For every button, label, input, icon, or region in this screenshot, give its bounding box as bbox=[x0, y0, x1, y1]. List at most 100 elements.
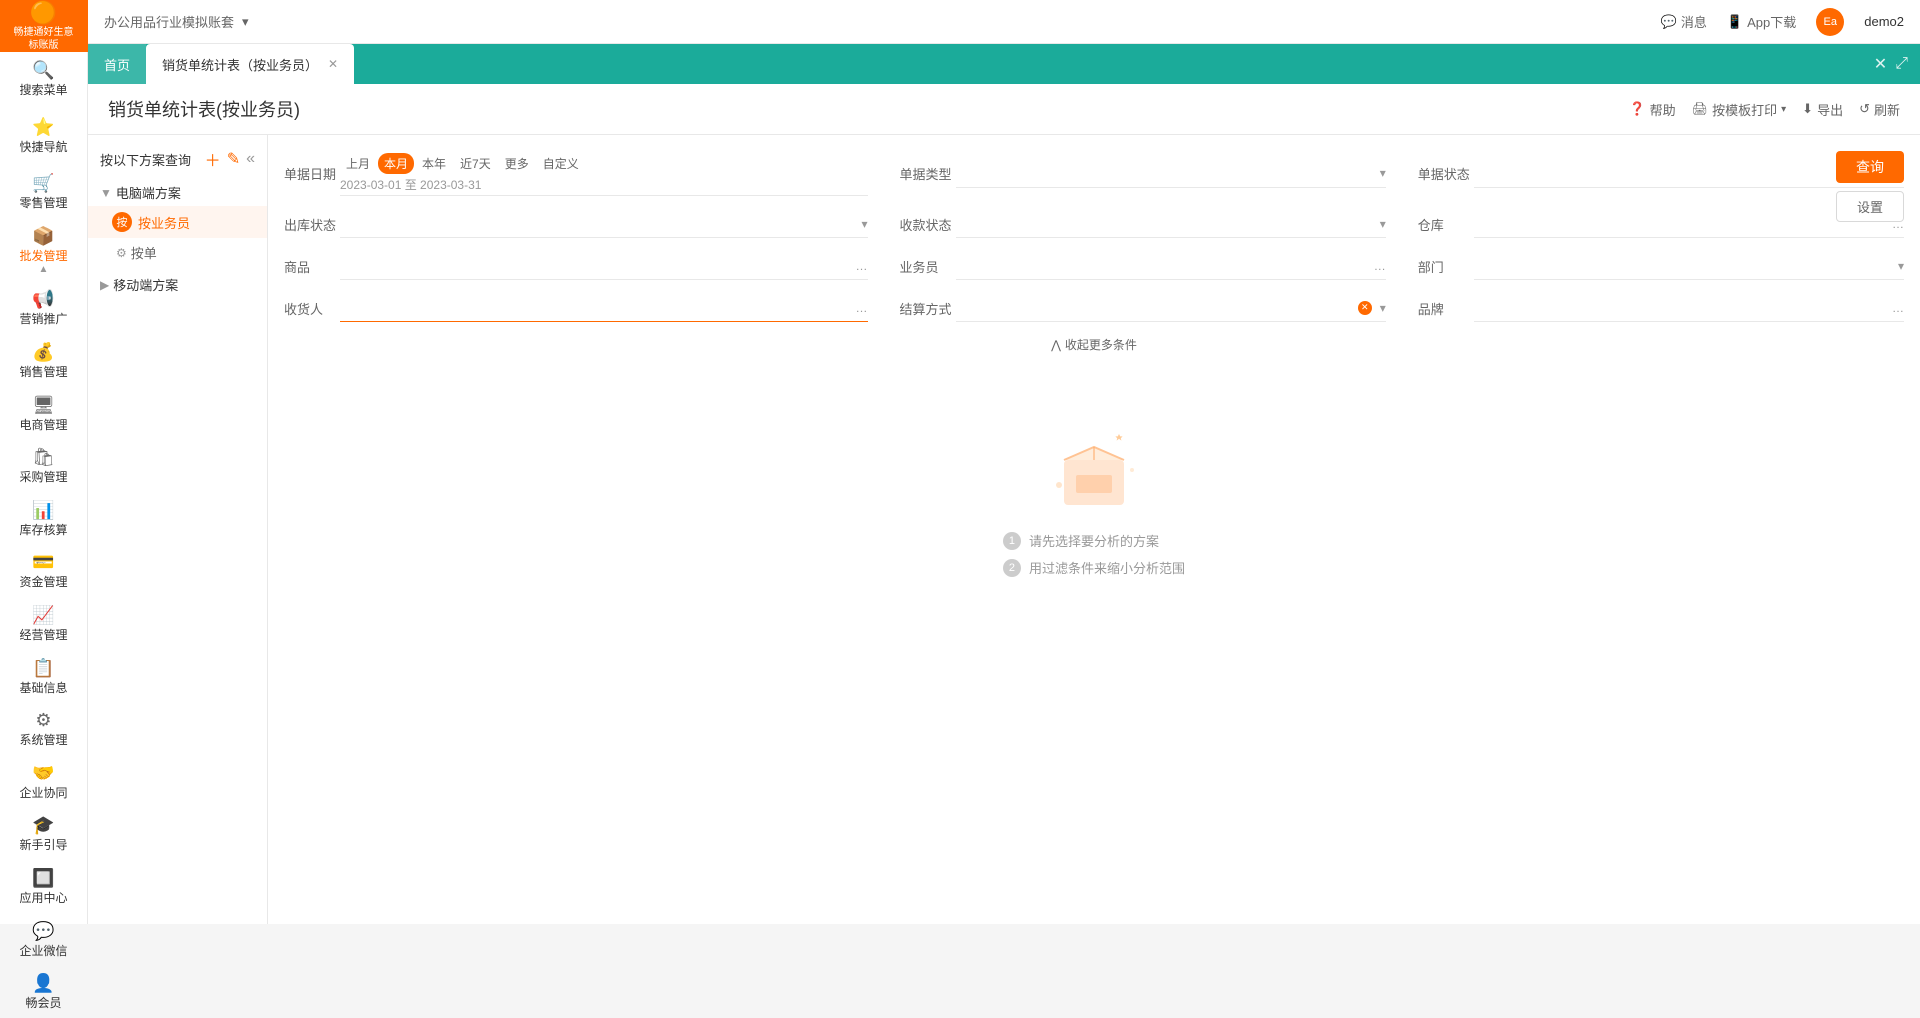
print-arrow-icon: ▾ bbox=[1781, 104, 1786, 115]
sidebar-item-search[interactable]: 🔍 搜索菜单 bbox=[0, 52, 87, 105]
goods-control[interactable]: … bbox=[340, 252, 868, 280]
goods-more-icon[interactable]: … bbox=[856, 259, 868, 273]
export-btn[interactable]: ⬇ 导出 bbox=[1802, 100, 1843, 119]
sidebar-item-wholesale[interactable]: 📦 批发管理 ▲ bbox=[0, 218, 87, 282]
date-tab-last-7days[interactable]: 近7天 bbox=[454, 153, 497, 174]
scheme-item-by-staff[interactable]: 按 按业务员 bbox=[88, 206, 267, 238]
tab-home[interactable]: 首页 bbox=[88, 44, 146, 84]
sidebar-item-onboarding[interactable]: 🎓 新手引导 bbox=[0, 807, 87, 860]
sidebar-logo[interactable]: 🟠 畅捷通好生意 标账版 bbox=[0, 0, 88, 52]
message-btn[interactable]: 💬 消息 bbox=[1661, 12, 1707, 31]
filter-doc-type: 单据类型 ▾ bbox=[900, 160, 1386, 188]
sidebar-item-quick-nav[interactable]: ⭐ 快捷导航 bbox=[0, 109, 87, 162]
date-tab-this-year[interactable]: 本年 bbox=[416, 153, 452, 174]
marketing-icon: 📢 bbox=[32, 289, 54, 310]
empty-illustration bbox=[1044, 425, 1144, 515]
receipt-status-arrow-icon: ▾ bbox=[1380, 217, 1386, 231]
left-panel-title: 按以下方案查询 bbox=[100, 150, 191, 169]
date-control[interactable]: 上月 本月 本年 近7天 更多 自定义 2023-03-01 至 2023-03… bbox=[340, 151, 868, 196]
sidebar-item-finance[interactable]: 💳 资金管理 bbox=[0, 544, 87, 597]
sidebar-item-marketing[interactable]: 📢 营销推广 bbox=[0, 281, 87, 334]
staff-control[interactable]: … bbox=[956, 252, 1386, 280]
sidebar-item-membership[interactable]: 👤 畅会员 bbox=[0, 965, 87, 1018]
help-btn[interactable]: ❓ 帮助 bbox=[1629, 100, 1675, 119]
tab-sales-stats[interactable]: 销货单统计表（按业务员） ✕ bbox=[146, 44, 354, 84]
sidebar-item-ops[interactable]: 📈 经营管理 bbox=[0, 597, 87, 650]
breadcrumb[interactable]: 办公用品行业模拟账套 ▾ bbox=[104, 12, 249, 31]
scheme-group-pc-header[interactable]: ▼ 电脑端方案 bbox=[88, 179, 267, 206]
tab-expand-btn[interactable]: ⤢ bbox=[1895, 55, 1908, 73]
receiver-control[interactable]: … bbox=[340, 294, 868, 322]
filter-settlement: 结算方式 ✕ ▾ bbox=[900, 294, 1386, 322]
brand-control[interactable]: … bbox=[1474, 294, 1904, 322]
tab-bar: 首页 销货单统计表（按业务员） ✕ ✕ ⤢ bbox=[88, 44, 1920, 84]
receipt-status-control[interactable]: ▾ bbox=[956, 210, 1386, 238]
filter-dept: 部门 ▾ bbox=[1418, 252, 1904, 280]
settings-button[interactable]: 设置 bbox=[1836, 191, 1904, 222]
sidebar-item-wechat-label: 企业微信 bbox=[19, 944, 67, 960]
tip-num-2: 2 bbox=[1003, 559, 1021, 577]
sidebar-item-sales-label: 销售管理 bbox=[19, 365, 67, 381]
tab-close-btn[interactable]: ✕ bbox=[1874, 54, 1887, 74]
sidebar-item-retail[interactable]: 🛒 零售管理 bbox=[0, 165, 87, 218]
refresh-btn[interactable]: ↺ 刷新 bbox=[1859, 100, 1900, 119]
scheme-group-mobile-header[interactable]: ▶ 移动端方案 bbox=[88, 271, 267, 298]
export-icon: ⬇ bbox=[1802, 101, 1813, 117]
date-tabs-row: 上月 本月 本年 近7天 更多 自定义 bbox=[340, 153, 868, 174]
empty-tip-1: 1 请先选择要分析的方案 bbox=[1003, 531, 1185, 550]
star-icon: ⭐ bbox=[32, 117, 54, 138]
brand-more-icon[interactable]: … bbox=[1892, 301, 1904, 315]
page-header: 销货单统计表(按业务员) ❓ 帮助 🖨 按模板打印 ▾ ⬇ 导出 ↺ 刷新 bbox=[88, 84, 1920, 135]
filter-warehouse: 仓库 … bbox=[1418, 210, 1904, 238]
doc-type-control[interactable]: ▾ bbox=[956, 160, 1386, 188]
scheme-item-by-order[interactable]: ⚙ 按单 bbox=[88, 238, 267, 267]
sidebar-item-system[interactable]: ⚙ 系统管理 bbox=[0, 702, 87, 755]
edit-scheme-icon[interactable]: ✎ bbox=[227, 149, 240, 169]
settlement-clear-icon[interactable]: ✕ bbox=[1358, 301, 1372, 315]
tab-close-icon[interactable]: ✕ bbox=[328, 57, 338, 71]
query-button[interactable]: 查询 bbox=[1836, 151, 1904, 183]
left-panel-header: 按以下方案查询 ＋ ✎ « bbox=[88, 147, 267, 179]
print-btn[interactable]: 🖨 按模板打印 ▾ bbox=[1692, 100, 1787, 119]
add-scheme-icon[interactable]: ＋ bbox=[205, 147, 221, 171]
ops-icon: 📈 bbox=[32, 605, 54, 626]
staff-more-icon[interactable]: … bbox=[1374, 259, 1386, 273]
membership-icon: 👤 bbox=[32, 973, 54, 994]
purchase-icon: 🛍 bbox=[32, 447, 55, 468]
date-tab-this-month[interactable]: 本月 bbox=[378, 153, 414, 174]
receiver-label: 收货人 bbox=[284, 299, 340, 318]
breadcrumb-text: 办公用品行业模拟账套 bbox=[104, 12, 234, 31]
user-avatar[interactable]: Ea bbox=[1816, 8, 1844, 36]
sidebar-item-onboarding-label: 新手引导 bbox=[19, 838, 67, 854]
sidebar-item-enterprise[interactable]: 🤝 企业协同 bbox=[0, 755, 87, 808]
message-label: 消息 bbox=[1681, 12, 1707, 31]
out-status-control[interactable]: ▾ bbox=[340, 210, 868, 238]
user-name[interactable]: demo2 bbox=[1864, 14, 1904, 29]
receiver-more-icon[interactable]: … bbox=[856, 301, 868, 315]
collapse-btn[interactable]: ⋀ 收起更多条件 bbox=[284, 336, 1904, 353]
date-tab-custom[interactable]: 自定义 bbox=[537, 153, 585, 174]
doc-status-label: 单据状态 bbox=[1418, 164, 1474, 183]
settlement-control[interactable]: ✕ ▾ bbox=[956, 294, 1386, 322]
sidebar-item-sales[interactable]: 💰 销售管理 bbox=[0, 334, 87, 387]
filter-out-status: 出库状态 ▾ bbox=[284, 210, 868, 238]
sidebar-item-apps[interactable]: 🔲 应用中心 bbox=[0, 860, 87, 913]
collapse-panel-icon[interactable]: « bbox=[246, 150, 255, 168]
sidebar-item-wechat[interactable]: 💬 企业微信 bbox=[0, 913, 87, 966]
sidebar-item-enterprise-label: 企业协同 bbox=[19, 786, 67, 802]
sidebar-item-purchase[interactable]: 🛍 采购管理 bbox=[0, 439, 87, 492]
sidebar-item-inventory[interactable]: 📊 库存核算 bbox=[0, 492, 87, 545]
filter-row-1: 单据日期 上月 本月 本年 近7天 更多 自定义 bbox=[284, 151, 1904, 196]
date-tab-more[interactable]: 更多 bbox=[499, 153, 535, 174]
page-header-actions: ❓ 帮助 🖨 按模板打印 ▾ ⬇ 导出 ↺ 刷新 bbox=[1629, 100, 1900, 119]
message-icon: 💬 bbox=[1661, 14, 1677, 30]
ecommerce-icon: 🖥 bbox=[32, 395, 55, 416]
apps-icon: 🔲 bbox=[32, 868, 54, 889]
sidebar-item-ecommerce[interactable]: 🖥 电商管理 bbox=[0, 387, 87, 440]
enterprise-icon: 🤝 bbox=[32, 763, 54, 784]
date-tab-last-month[interactable]: 上月 bbox=[340, 153, 376, 174]
retail-icon: 🛒 bbox=[32, 173, 54, 194]
app-download-btn[interactable]: 📱 App下载 bbox=[1727, 12, 1796, 31]
dept-control[interactable]: ▾ bbox=[1474, 252, 1904, 280]
sidebar-item-basic[interactable]: 📋 基础信息 bbox=[0, 650, 87, 703]
